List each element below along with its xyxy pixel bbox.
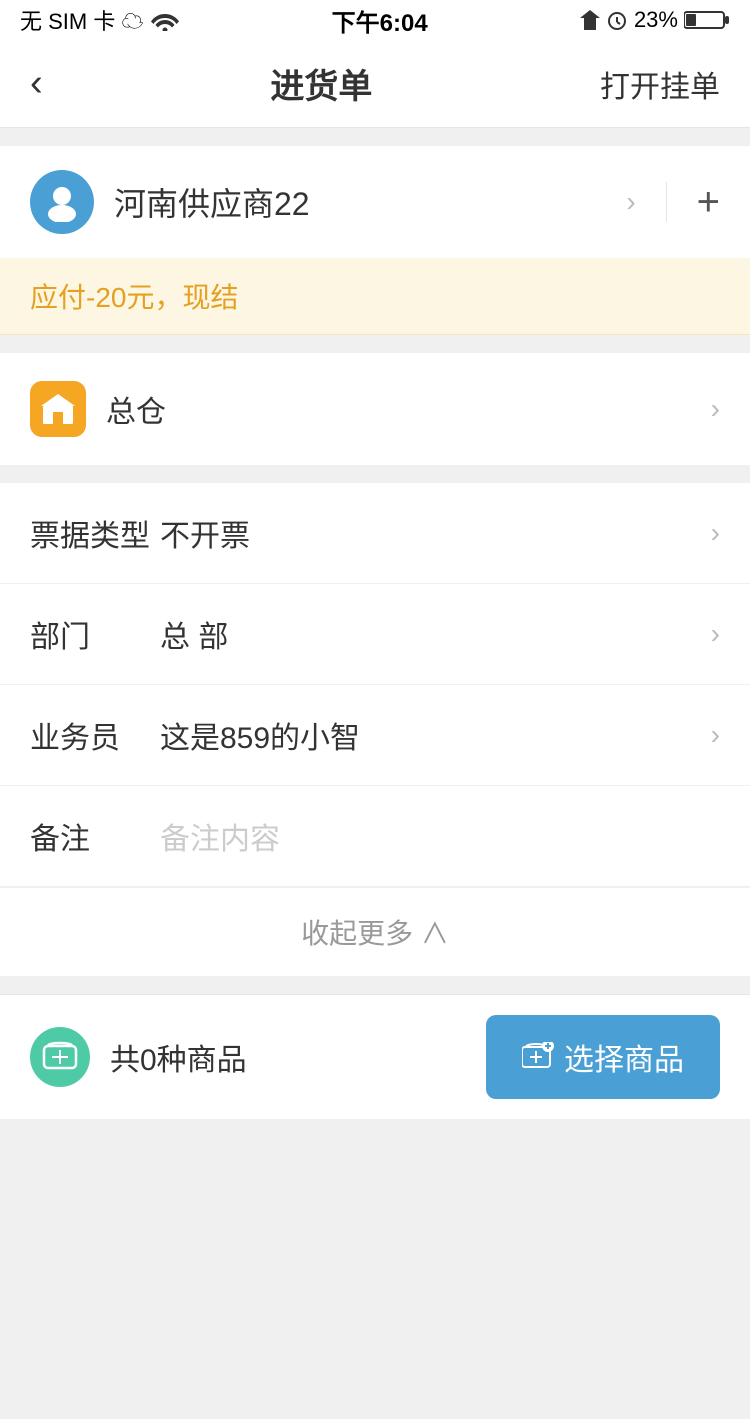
department-key: 部门 [30, 612, 160, 656]
invoice-row[interactable]: 票据类型 不开票 › [0, 483, 750, 584]
divider-2 [0, 465, 750, 483]
warehouse-icon [41, 394, 75, 424]
salesman-value: 这是859的小智 [160, 713, 711, 757]
cart-icon [42, 1040, 78, 1074]
select-cart-icon [522, 1042, 554, 1072]
sim-status: 无 SIM 卡 ☁ [20, 4, 143, 36]
person-icon [42, 182, 82, 222]
department-row[interactable]: 部门 总 部 › [0, 584, 750, 685]
alarm-icon [606, 9, 628, 31]
page-title: 进货单 [270, 59, 372, 108]
supplier-row[interactable]: 河南供应商22 › + [0, 146, 750, 258]
nav-bar: ‹ 进货单 打开挂单 [0, 40, 750, 128]
warehouse-icon-wrap [30, 381, 86, 437]
divider-3 [0, 976, 750, 994]
battery-icon [684, 9, 730, 31]
collapse-label: 收起更多 ∧ [301, 912, 449, 952]
wifi-icon [151, 9, 179, 31]
divider-1 [0, 335, 750, 353]
salesman-row[interactable]: 业务员 这是859的小智 › [0, 685, 750, 786]
status-time: 下午6:04 [332, 3, 428, 38]
select-product-button[interactable]: 选择商品 [486, 1015, 720, 1099]
bottom-bar: 共0种商品 选择商品 [0, 994, 750, 1119]
top-divider [0, 128, 750, 146]
remark-key: 备注 [30, 814, 160, 858]
battery-percent: 23% [634, 7, 678, 33]
add-supplier-button[interactable]: + [697, 180, 720, 225]
product-count-label: 共0种商品 [110, 1035, 486, 1079]
back-button[interactable]: ‹ [30, 62, 43, 105]
select-product-label: 选择商品 [564, 1035, 684, 1079]
collapse-row[interactable]: 收起更多 ∧ [0, 887, 750, 976]
salesman-arrow-icon: › [711, 719, 720, 751]
remark-input[interactable]: 备注内容 [160, 814, 720, 858]
warehouse-section: 总仓 › [0, 353, 750, 465]
department-value: 总 部 [160, 612, 711, 656]
department-arrow-icon: › [711, 618, 720, 650]
supplier-avatar [30, 170, 94, 234]
invoice-key: 票据类型 [30, 511, 160, 555]
warehouse-row[interactable]: 总仓 › [0, 353, 750, 465]
status-left: 无 SIM 卡 ☁ [20, 4, 179, 36]
warehouse-arrow-icon: › [711, 393, 720, 425]
location-icon [580, 10, 600, 30]
notice-banner: 应付-20元，现结 [0, 258, 750, 335]
remark-row[interactable]: 备注 备注内容 [0, 786, 750, 887]
form-section: 票据类型 不开票 › 部门 总 部 › 业务员 这是859的小智 › 备注 备注… [0, 483, 750, 976]
invoice-value: 不开票 [160, 511, 711, 555]
salesman-key: 业务员 [30, 713, 160, 757]
status-right: 23% [580, 7, 730, 33]
supplier-name: 河南供应商22 [114, 179, 626, 225]
notice-text: 应付-20元，现结 [30, 282, 238, 313]
vertical-divider [666, 182, 667, 222]
warehouse-label: 总仓 [106, 387, 711, 431]
status-bar: 无 SIM 卡 ☁ 下午6:04 23% [0, 0, 750, 40]
open-pending-button[interactable]: 打开挂单 [600, 62, 720, 106]
background-fill [0, 1119, 750, 1419]
invoice-arrow-icon: › [711, 517, 720, 549]
supplier-section: 河南供应商22 › + 应付-20元，现结 [0, 146, 750, 335]
supplier-arrow-icon: › [626, 186, 635, 218]
product-icon-wrap [30, 1027, 90, 1087]
